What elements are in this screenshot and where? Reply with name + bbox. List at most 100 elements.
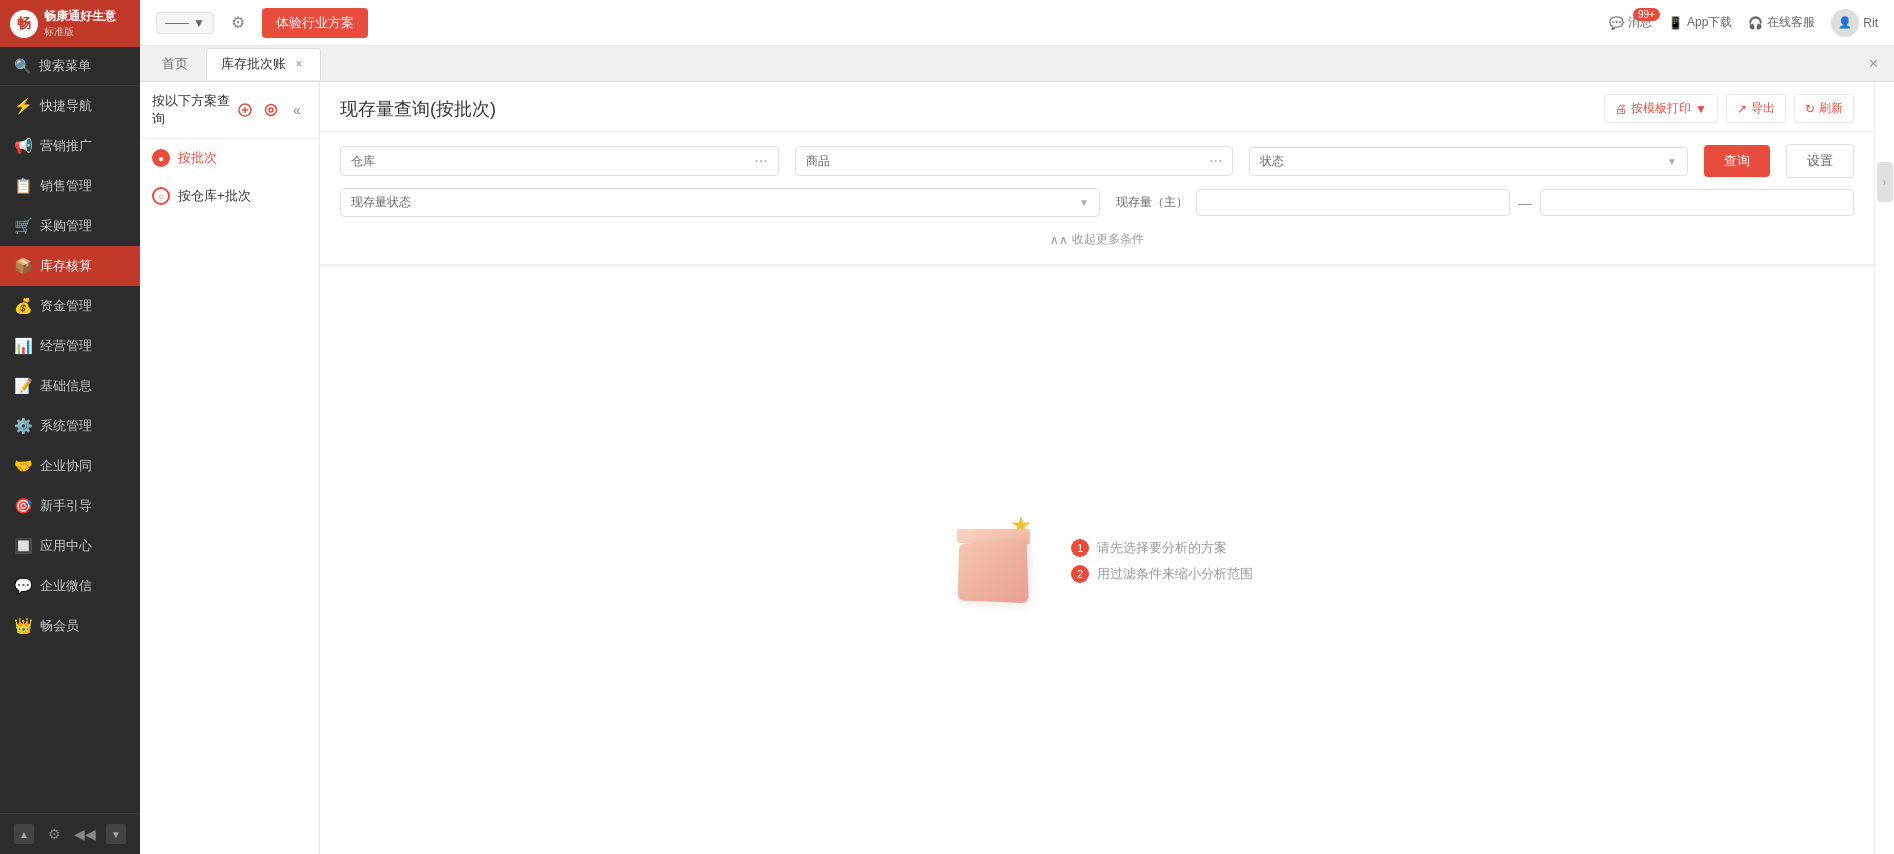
nav-icon-marketing: 📢	[14, 137, 32, 155]
tab-batch-label: 库存批次账	[221, 55, 286, 73]
empty-illustration	[941, 511, 1041, 611]
sidebar-item-purchase[interactable]: 🛒 采购管理	[0, 206, 140, 246]
sidebar-item-member[interactable]: 👑 畅会员	[0, 606, 140, 646]
right-content: 现存量查询(按批次) 🖨 按模板打印 ▼ ↗ 导出 ↻ 刷新	[320, 82, 1874, 854]
topbar-gear-icon[interactable]: ⚙	[224, 9, 252, 37]
sidebar-item-marketing[interactable]: 📢 营销推广	[0, 126, 140, 166]
scheme-item-batch[interactable]: ● 按批次	[140, 139, 319, 177]
box-body	[958, 539, 1029, 603]
filter-settings-button[interactable]: 设置	[1786, 144, 1854, 178]
stock-main-to-input[interactable]	[1551, 196, 1843, 210]
nav-icon-finance: 💰	[14, 297, 32, 315]
hint-item-2: 2 用过滤条件来缩小分析范围	[1071, 565, 1253, 583]
stock-status-filter[interactable]: 现存量状态 ▼	[340, 188, 1100, 217]
workspace-dropdown[interactable]: —— ▼	[156, 12, 214, 34]
app-download-item[interactable]: 📱 App下载	[1668, 14, 1732, 31]
warehouse-input[interactable]	[375, 154, 754, 168]
messages-icon-item[interactable]: 💬 消息 99+	[1609, 14, 1652, 31]
tab-panel-close-button[interactable]: ×	[1861, 55, 1886, 73]
export-button[interactable]: ↗ 导出	[1726, 94, 1786, 123]
nav-icon-basic: 📝	[14, 377, 32, 395]
user-profile-item[interactable]: 👤 Rit	[1831, 9, 1878, 37]
hint-number-2: 2	[1071, 565, 1089, 583]
goods-input[interactable]	[830, 154, 1209, 168]
scroll-up-button[interactable]: ▲	[14, 824, 34, 844]
left-panel-header: 按以下方案查询 «	[140, 82, 319, 139]
stock-main-label: 现存量（主）	[1116, 194, 1188, 211]
empty-hints: 1 请先选择要分析的方案 2 用过滤条件来缩小分析范围	[1071, 539, 1253, 583]
sidebar-item-apps[interactable]: 🔲 应用中心	[0, 526, 140, 566]
nav-icon-member: 👑	[14, 617, 32, 635]
add-scheme-icon[interactable]	[235, 100, 255, 120]
tab-close-icon[interactable]: ×	[292, 57, 306, 71]
scheme-radio-active: ●	[152, 149, 170, 167]
nav-icon-quick: ⚡	[14, 97, 32, 115]
nav-label-guide: 新手引导	[40, 497, 92, 515]
scroll-down-button[interactable]: ▼	[106, 824, 126, 844]
status-filter[interactable]: 状态 ▼	[1249, 147, 1688, 176]
scheme-item-warehouse-batch[interactable]: ○ 按仓库+批次	[140, 177, 319, 215]
tab-home[interactable]: 首页	[148, 48, 202, 80]
refresh-button[interactable]: ↻ 刷新	[1794, 94, 1854, 123]
refresh-icon: ↻	[1805, 102, 1815, 116]
scheme-radio-inactive: ○	[152, 187, 170, 205]
trial-button[interactable]: 体验行业方案	[262, 8, 368, 38]
collapse-panel-icon[interactable]: «	[287, 100, 307, 120]
nav-label-quick: 快捷导航	[40, 97, 92, 115]
print-dropdown-icon: ▼	[1695, 102, 1707, 116]
hint-number-1: 1	[1071, 539, 1089, 557]
tab-batch-account[interactable]: 库存批次账 ×	[206, 48, 321, 80]
service-item[interactable]: 🎧 在线客服	[1748, 14, 1815, 31]
page-header: 现存量查询(按批次) 🖨 按模板打印 ▼ ↗ 导出 ↻ 刷新	[320, 82, 1874, 132]
sidebar-item-finance[interactable]: 💰 资金管理	[0, 286, 140, 326]
company-name: 畅康通好生意	[44, 8, 116, 25]
settings-icon[interactable]: ⚙	[45, 824, 65, 844]
side-collapse-arrow[interactable]: ›	[1877, 162, 1893, 202]
left-panel: 按以下方案查询 «	[140, 82, 320, 854]
search-icon: 🔍	[14, 58, 31, 74]
sidebar-item-system[interactable]: ⚙️ 系统管理	[0, 406, 140, 446]
filter-row-2: 现存量状态 ▼ 现存量（主） —	[340, 188, 1854, 217]
print-label: 按模板打印	[1631, 100, 1691, 117]
sidebar-item-wechat[interactable]: 💬 企业微信	[0, 566, 140, 606]
message-icon: 💬	[1609, 16, 1624, 30]
sidebar-item-quick-nav[interactable]: ⚡ 快捷导航	[0, 86, 140, 126]
query-button[interactable]: 查询	[1704, 145, 1770, 177]
goods-more-icon[interactable]: ···	[1209, 152, 1222, 170]
export-label: 导出	[1751, 100, 1775, 117]
phone-icon: 📱	[1668, 16, 1683, 30]
print-button[interactable]: 🖨 按模板打印 ▼	[1604, 94, 1718, 123]
sidebar-search-label: 搜索菜单	[39, 57, 91, 75]
range-separator: —	[1518, 195, 1532, 211]
collapse-sidebar-icon[interactable]: ◀◀	[75, 824, 95, 844]
page-header-actions: 🖨 按模板打印 ▼ ↗ 导出 ↻ 刷新	[1604, 94, 1854, 123]
right-side-panel: ›	[1874, 82, 1894, 854]
sidebar-item-operations[interactable]: 📊 经营管理	[0, 326, 140, 366]
collapse-filter-button[interactable]: ∧∧ 收起更多条件	[340, 227, 1854, 252]
sidebar-item-collab[interactable]: 🤝 企业协同	[0, 446, 140, 486]
collapse-label: 收起更多条件	[1072, 231, 1144, 248]
topbar-right: 💬 消息 99+ 📱 App下载 🎧 在线客服 👤 Rit	[1609, 9, 1878, 37]
nav-label-collab: 企业协同	[40, 457, 92, 475]
sidebar-item-inventory[interactable]: 📦 库存核算	[0, 246, 140, 286]
nav-label-member: 畅会员	[40, 617, 79, 635]
sidebar-item-guide[interactable]: 🎯 新手引导	[0, 486, 140, 526]
nav-label-sales: 销售管理	[40, 177, 92, 195]
sidebar-item-sales[interactable]: 📋 销售管理	[0, 166, 140, 206]
sidebar-search[interactable]: 🔍 搜索菜单	[0, 47, 140, 86]
warehouse-filter[interactable]: 仓库 ···	[340, 146, 779, 176]
avatar: 👤	[1831, 9, 1859, 37]
scheme-settings-icon[interactable]	[261, 100, 281, 120]
nav-icon-guide: 🎯	[14, 497, 32, 515]
chevron-down-icon: ▼	[193, 16, 205, 30]
warehouse-more-icon[interactable]: ···	[754, 152, 767, 170]
stock-status-label: 现存量状态	[351, 194, 411, 211]
refresh-label: 刷新	[1819, 100, 1843, 117]
stock-main-from-input[interactable]	[1207, 196, 1499, 210]
nav-label-system: 系统管理	[40, 417, 92, 435]
goods-filter[interactable]: 商品 ···	[795, 146, 1234, 176]
app-logo: 畅	[10, 10, 38, 38]
filter-row-1: 仓库 ··· 商品 ··· 状态 ▼ 查询 设置	[340, 144, 1854, 178]
nav-icon-purchase: 🛒	[14, 217, 32, 235]
sidebar-item-basic[interactable]: 📝 基础信息	[0, 366, 140, 406]
